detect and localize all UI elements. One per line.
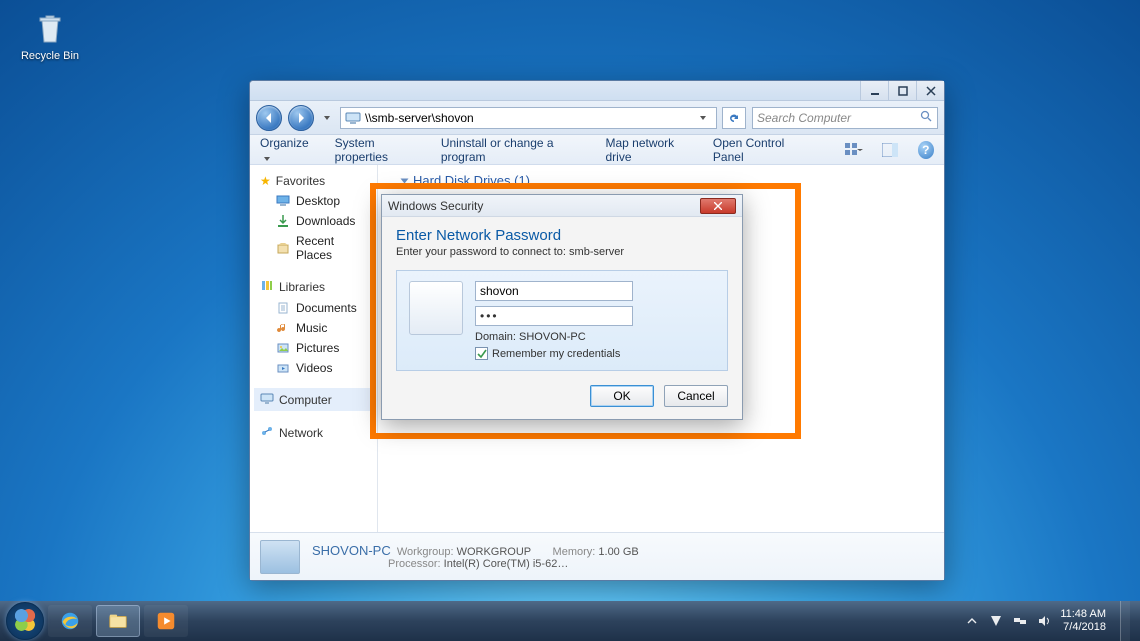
window-titlebar[interactable] <box>250 81 944 101</box>
search-icon <box>920 110 933 126</box>
show-desktop-button[interactable] <box>1120 601 1130 641</box>
volume-icon[interactable] <box>1036 613 1052 629</box>
action-center-icon[interactable] <box>988 613 1004 629</box>
dialog-close-button[interactable] <box>700 198 736 214</box>
dialog-subtext: Enter your password to connect to: smb-s… <box>396 246 728 258</box>
recycle-bin-icon <box>30 8 70 48</box>
dialog-title-text: Windows Security <box>388 199 483 213</box>
windows-security-dialog: Windows Security Enter Network Password … <box>381 194 743 420</box>
clock-date: 7/4/2018 <box>1060 621 1106 634</box>
section-hard-disk-drives[interactable]: Hard Disk Drives (1) <box>388 171 934 192</box>
window-close-button[interactable] <box>916 81 944 100</box>
dialog-titlebar[interactable]: Windows Security <box>382 195 742 217</box>
password-field[interactable]: ••• <box>475 306 633 326</box>
address-text: \\smb-server\shovon <box>365 111 474 125</box>
explorer-sidebar: ★Favorites Desktop Downloads Recent Plac… <box>250 165 378 532</box>
sidebar-favorites-header[interactable]: ★Favorites <box>254 171 373 191</box>
explorer-navbar: \\smb-server\shovon Search Computer <box>250 101 944 135</box>
toolbar-map-drive[interactable]: Map network drive <box>605 136 694 164</box>
toolbar-system-properties[interactable]: System properties <box>335 136 423 164</box>
search-placeholder: Search Computer <box>757 111 851 125</box>
sidebar-libraries-header[interactable]: Libraries <box>254 275 373 298</box>
user-avatar-icon <box>409 281 463 335</box>
ok-button[interactable]: OK <box>590 385 654 407</box>
sidebar-item-pictures[interactable]: Pictures <box>254 338 373 358</box>
computer-thumbnail-icon <box>260 540 300 574</box>
domain-label: Domain: SHOVON-PC <box>475 331 715 343</box>
sidebar-item-network[interactable]: Network <box>254 421 373 444</box>
taskbar: 11:48 AM 7/4/2018 <box>0 601 1140 641</box>
dialog-heading: Enter Network Password <box>396 227 728 244</box>
desktop-icon <box>276 194 290 208</box>
help-button[interactable]: ? <box>918 141 934 159</box>
toolbar-organize[interactable]: Organize <box>260 136 317 164</box>
pictures-icon <box>276 341 290 355</box>
sidebar-item-documents[interactable]: Documents <box>254 298 373 318</box>
computer-icon <box>260 391 274 408</box>
search-box[interactable]: Search Computer <box>752 107 938 129</box>
clock-time: 11:48 AM <box>1060 608 1106 621</box>
checkbox-icon <box>475 347 488 360</box>
username-field[interactable] <box>475 281 633 301</box>
taskbar-clock[interactable]: 11:48 AM 7/4/2018 <box>1060 608 1106 634</box>
address-dropdown[interactable] <box>694 116 712 120</box>
minimize-button[interactable] <box>860 81 888 100</box>
preview-pane-button[interactable] <box>881 140 899 160</box>
videos-icon <box>276 361 290 375</box>
recent-places-icon <box>276 241 290 255</box>
star-icon: ★ <box>260 174 271 188</box>
taskbar-ie[interactable] <box>48 605 92 637</box>
credentials-box: ••• Domain: SHOVON-PC Remember my creden… <box>396 270 728 371</box>
desktop-icon-recycle-bin[interactable]: Recycle Bin <box>18 8 82 62</box>
network-tray-icon[interactable] <box>1012 613 1028 629</box>
taskbar-explorer[interactable] <box>96 605 140 637</box>
maximize-button[interactable] <box>888 81 916 100</box>
sidebar-item-music[interactable]: Music <box>254 318 373 338</box>
view-options-button[interactable] <box>845 140 863 160</box>
sidebar-item-downloads[interactable]: Downloads <box>254 211 373 231</box>
libraries-icon <box>260 278 274 295</box>
nav-forward-button[interactable] <box>288 105 314 131</box>
refresh-button[interactable] <box>722 107 746 129</box>
start-button[interactable] <box>6 602 44 640</box>
cancel-button[interactable]: Cancel <box>664 385 728 407</box>
documents-icon <box>276 301 290 315</box>
remember-credentials-checkbox[interactable]: Remember my credentials <box>475 347 715 360</box>
sidebar-item-recent[interactable]: Recent Places <box>254 231 373 265</box>
taskbar-media-player[interactable] <box>144 605 188 637</box>
details-pane: SHOVON-PC Workgroup: WORKGROUP Memory: 1… <box>250 532 944 580</box>
system-tray: 11:48 AM 7/4/2018 <box>964 601 1134 641</box>
nav-history-dropdown[interactable] <box>320 108 334 128</box>
nav-back-button[interactable] <box>256 105 282 131</box>
toolbar-control-panel[interactable]: Open Control Panel <box>713 136 809 164</box>
sidebar-item-videos[interactable]: Videos <box>254 358 373 378</box>
network-icon <box>260 424 274 441</box>
music-icon <box>276 321 290 335</box>
computer-icon <box>345 110 361 126</box>
sidebar-item-desktop[interactable]: Desktop <box>254 191 373 211</box>
recycle-bin-label: Recycle Bin <box>18 50 82 62</box>
explorer-toolbar: Organize System properties Uninstall or … <box>250 135 944 165</box>
downloads-icon <box>276 214 290 228</box>
details-computer-name: SHOVON-PC <box>312 543 391 558</box>
toolbar-uninstall[interactable]: Uninstall or change a program <box>441 136 588 164</box>
sidebar-item-computer[interactable]: Computer <box>254 388 373 411</box>
tray-expand-icon[interactable] <box>964 613 980 629</box>
address-bar[interactable]: \\smb-server\shovon <box>340 107 717 129</box>
